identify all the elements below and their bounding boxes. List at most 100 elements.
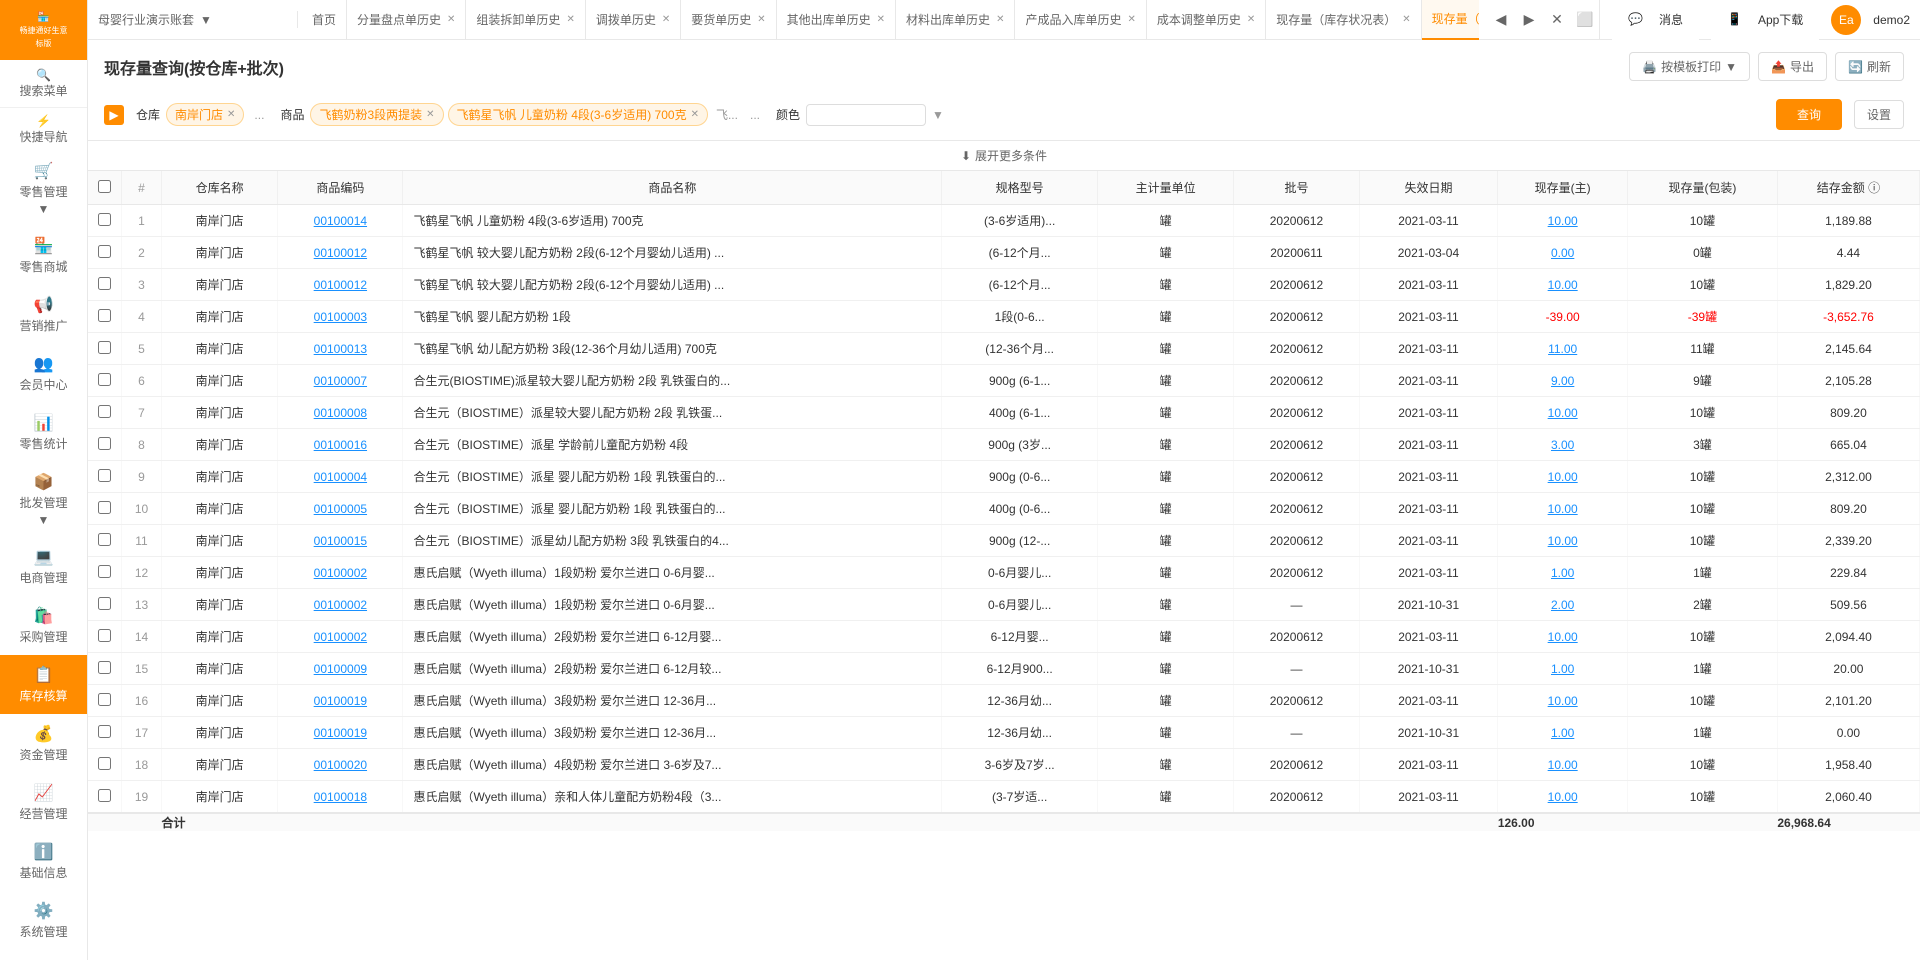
tab-stock-status[interactable]: 现存量（库存状况表） ✕ — [1266, 0, 1421, 40]
print-button[interactable]: 🖨️ 按模板打印 ▼ — [1629, 52, 1750, 81]
expand-conditions-button[interactable]: ⬇ 展开更多条件 — [961, 147, 1047, 164]
tab-assembly[interactable]: 组装拆卸单历史 ✕ — [466, 0, 585, 40]
sidebar-item-system[interactable]: ⚙️ 系统管理 — [0, 891, 87, 950]
cell-checkbox[interactable] — [88, 781, 122, 814]
cell-checkbox[interactable] — [88, 205, 122, 237]
row-checkbox[interactable] — [98, 373, 111, 386]
app-download-button[interactable]: 📱 App下载 — [1711, 0, 1819, 45]
cell-checkbox[interactable] — [88, 717, 122, 749]
cell-qty-main[interactable]: 10.00 — [1498, 205, 1628, 237]
tab-home[interactable]: 首页 — [302, 0, 347, 40]
row-checkbox[interactable] — [98, 789, 111, 802]
sidebar-item-search[interactable]: 🔍 搜索菜单 — [0, 60, 87, 108]
cell-code[interactable]: 00100002 — [278, 589, 403, 621]
cell-qty-main[interactable]: -39.00 — [1498, 301, 1628, 333]
cell-checkbox[interactable] — [88, 749, 122, 781]
sidebar-item-ecommerce[interactable]: 💻 电商管理 — [0, 537, 87, 596]
sidebar-item-wholesale[interactable]: 📦 批发管理 ▼ — [0, 462, 87, 537]
row-checkbox[interactable] — [98, 213, 111, 226]
cell-qty-main[interactable]: 10.00 — [1498, 461, 1628, 493]
sidebar-item-collab[interactable]: 🤝 企业协同 — [0, 950, 87, 960]
close-icon[interactable]: ✕ — [1402, 14, 1410, 25]
cell-code[interactable]: 00100013 — [278, 333, 403, 365]
export-button[interactable]: 📤 导出 — [1758, 52, 1827, 81]
row-checkbox[interactable] — [98, 629, 111, 642]
avatar[interactable]: Ea — [1831, 5, 1861, 35]
sidebar-item-retail-stats[interactable]: 📊 零售统计 — [0, 403, 87, 462]
product-tag-remove[interactable]: ✕ — [691, 109, 699, 120]
nav-close[interactable]: ✕ — [1547, 10, 1567, 30]
cell-code[interactable]: 00100012 — [278, 237, 403, 269]
sidebar-item-retail[interactable]: 🛒 零售管理 ▼ — [0, 151, 87, 226]
settings-button[interactable]: 设置 — [1854, 100, 1904, 129]
warehouse-tag-remove[interactable]: ✕ — [227, 109, 235, 120]
cell-code[interactable]: 00100019 — [278, 717, 403, 749]
cell-code[interactable]: 00100020 — [278, 749, 403, 781]
close-icon[interactable]: ✕ — [447, 14, 455, 25]
cell-qty-main[interactable]: 3.00 — [1498, 429, 1628, 461]
cell-code[interactable]: 00100005 — [278, 493, 403, 525]
cell-checkbox[interactable] — [88, 237, 122, 269]
row-checkbox[interactable] — [98, 405, 111, 418]
tab-other-out[interactable]: 其他出库单历史 ✕ — [777, 0, 896, 40]
cell-checkbox[interactable] — [88, 301, 122, 333]
row-checkbox[interactable] — [98, 437, 111, 450]
close-icon[interactable]: ✕ — [662, 14, 670, 25]
color-filter-input[interactable] — [806, 104, 926, 126]
tab-cost-adjust[interactable]: 成本调整单历史 ✕ — [1147, 0, 1266, 40]
cell-qty-main[interactable]: 0.00 — [1498, 237, 1628, 269]
cell-code[interactable]: 00100008 — [278, 397, 403, 429]
row-checkbox[interactable] — [98, 501, 111, 514]
cell-code[interactable]: 00100003 — [278, 301, 403, 333]
sidebar-item-business[interactable]: 📈 经营管理 — [0, 773, 87, 832]
cell-code[interactable]: 00100019 — [278, 685, 403, 717]
cell-code[interactable]: 00100002 — [278, 621, 403, 653]
cell-checkbox[interactable] — [88, 685, 122, 717]
cell-qty-main[interactable]: 2.00 — [1498, 589, 1628, 621]
cell-checkbox[interactable] — [88, 589, 122, 621]
cell-qty-main[interactable]: 10.00 — [1498, 685, 1628, 717]
cell-code[interactable]: 00100015 — [278, 525, 403, 557]
tab-stock-dist[interactable]: 现存量（库存分布表） ✕ — [1422, 0, 1479, 40]
cell-code[interactable]: 00100009 — [278, 653, 403, 685]
cell-code[interactable]: 00100004 — [278, 461, 403, 493]
row-checkbox[interactable] — [98, 469, 111, 482]
brand-selector[interactable]: 母婴行业演示账套 ▼ — [98, 11, 298, 28]
cell-checkbox[interactable] — [88, 461, 122, 493]
tab-stocktake[interactable]: 分量盘点单历史 ✕ — [347, 0, 466, 40]
row-checkbox[interactable] — [98, 725, 111, 738]
filter-expand-icon[interactable]: ▶ — [104, 105, 124, 125]
cell-code[interactable]: 00100002 — [278, 557, 403, 589]
cell-checkbox[interactable] — [88, 269, 122, 301]
cell-qty-main[interactable]: 9.00 — [1498, 365, 1628, 397]
query-button[interactable]: 查询 — [1776, 99, 1842, 130]
tab-material-out[interactable]: 材料出库单历史 ✕ — [896, 0, 1015, 40]
cell-checkbox[interactable] — [88, 621, 122, 653]
row-checkbox[interactable] — [98, 533, 111, 546]
sidebar-item-finance[interactable]: 💰 资金管理 — [0, 714, 87, 773]
cell-checkbox[interactable] — [88, 493, 122, 525]
cell-checkbox[interactable] — [88, 429, 122, 461]
row-checkbox[interactable] — [98, 693, 111, 706]
row-checkbox[interactable] — [98, 277, 111, 290]
cell-checkbox[interactable] — [88, 397, 122, 429]
tab-product-in[interactable]: 产成品入库单历史 ✕ — [1015, 0, 1146, 40]
cell-qty-main[interactable]: 10.00 — [1498, 621, 1628, 653]
product-tag-remove[interactable]: ✕ — [426, 109, 434, 120]
cell-code[interactable]: 00100014 — [278, 205, 403, 237]
message-button[interactable]: 💬 消息 — [1612, 0, 1699, 45]
row-checkbox[interactable] — [98, 661, 111, 674]
close-icon[interactable]: ✕ — [1247, 14, 1255, 25]
tab-requisition[interactable]: 要货单历史 ✕ — [681, 0, 776, 40]
nav-next[interactable]: ▶ — [1519, 10, 1539, 30]
sidebar-item-member[interactable]: 👥 会员中心 — [0, 344, 87, 403]
select-all-checkbox[interactable] — [98, 180, 111, 193]
cell-checkbox[interactable] — [88, 653, 122, 685]
nav-prev[interactable]: ◀ — [1491, 10, 1511, 30]
close-icon[interactable]: ✕ — [1127, 14, 1135, 25]
cell-qty-main[interactable]: 1.00 — [1498, 557, 1628, 589]
row-checkbox[interactable] — [98, 565, 111, 578]
row-checkbox[interactable] — [98, 341, 111, 354]
sidebar-item-basic[interactable]: ℹ️ 基础信息 — [0, 832, 87, 891]
sidebar-item-quick[interactable]: ⚡ 快捷导航 — [0, 108, 87, 151]
